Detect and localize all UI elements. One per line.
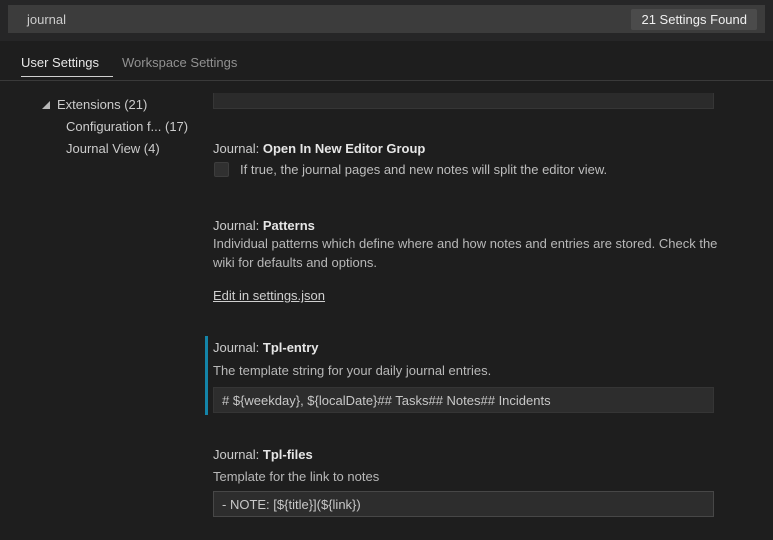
- setting-name: Open In New Editor Group: [262, 141, 426, 156]
- tree-item-extensions[interactable]: Extensions (21): [42, 96, 148, 114]
- setting-name: Tpl-entry: [262, 340, 319, 355]
- setting-title-tpl-files: Journal: Tpl-files: [213, 447, 313, 462]
- tabs-divider: [0, 80, 773, 81]
- tree-item-label: Extensions (21): [57, 97, 148, 112]
- setting-name: Patterns: [262, 218, 315, 233]
- setting-description: Individual patterns which define where a…: [213, 236, 718, 270]
- settings-search-input[interactable]: journal 21 Settings Found: [8, 5, 765, 33]
- setting-title-patterns: Journal: Patterns: [213, 218, 315, 233]
- setting-description: Template for the link to notes: [213, 469, 380, 484]
- tab-workspace-settings[interactable]: Workspace Settings: [122, 53, 237, 77]
- tree-item-configuration[interactable]: Configuration f... (17): [66, 118, 188, 136]
- setting-description: The template string for your daily journ…: [213, 363, 492, 378]
- settings-editor: journal 21 Settings Found User Settings …: [0, 0, 773, 540]
- open-in-new-editor-group-checkbox[interactable]: [214, 162, 229, 177]
- tpl-entry-input[interactable]: [213, 387, 714, 413]
- setting-prefix: Journal:: [213, 218, 263, 233]
- tree-item-label: Configuration f... (17): [66, 119, 189, 134]
- twistie-expanded-icon[interactable]: [42, 101, 50, 109]
- tree-item-label: Journal View (4): [66, 141, 160, 156]
- setting-title-tpl-entry: Journal: Tpl-entry: [213, 340, 319, 355]
- setting-name: Tpl-files: [262, 447, 313, 462]
- modified-setting-indicator: [205, 336, 208, 415]
- active-tab-underline: [21, 76, 113, 77]
- clipped-setting-input[interactable]: [213, 93, 714, 109]
- tab-user-settings[interactable]: User Settings: [21, 53, 99, 77]
- setting-prefix: Journal:: [213, 447, 263, 462]
- search-header: journal 21 Settings Found: [0, 0, 773, 41]
- tpl-files-input[interactable]: [213, 491, 714, 517]
- setting-description: If true, the journal pages and new notes…: [240, 162, 608, 177]
- tree-item-journal-view[interactable]: Journal View (4): [66, 140, 160, 158]
- setting-title-open-in-new-editor-group: Journal: Open In New Editor Group: [213, 141, 425, 156]
- edit-in-settings-json-link[interactable]: Edit in settings.json: [213, 288, 325, 303]
- results-count-badge: 21 Settings Found: [631, 9, 757, 30]
- setting-prefix: Journal:: [213, 141, 263, 156]
- setting-prefix: Journal:: [213, 340, 263, 355]
